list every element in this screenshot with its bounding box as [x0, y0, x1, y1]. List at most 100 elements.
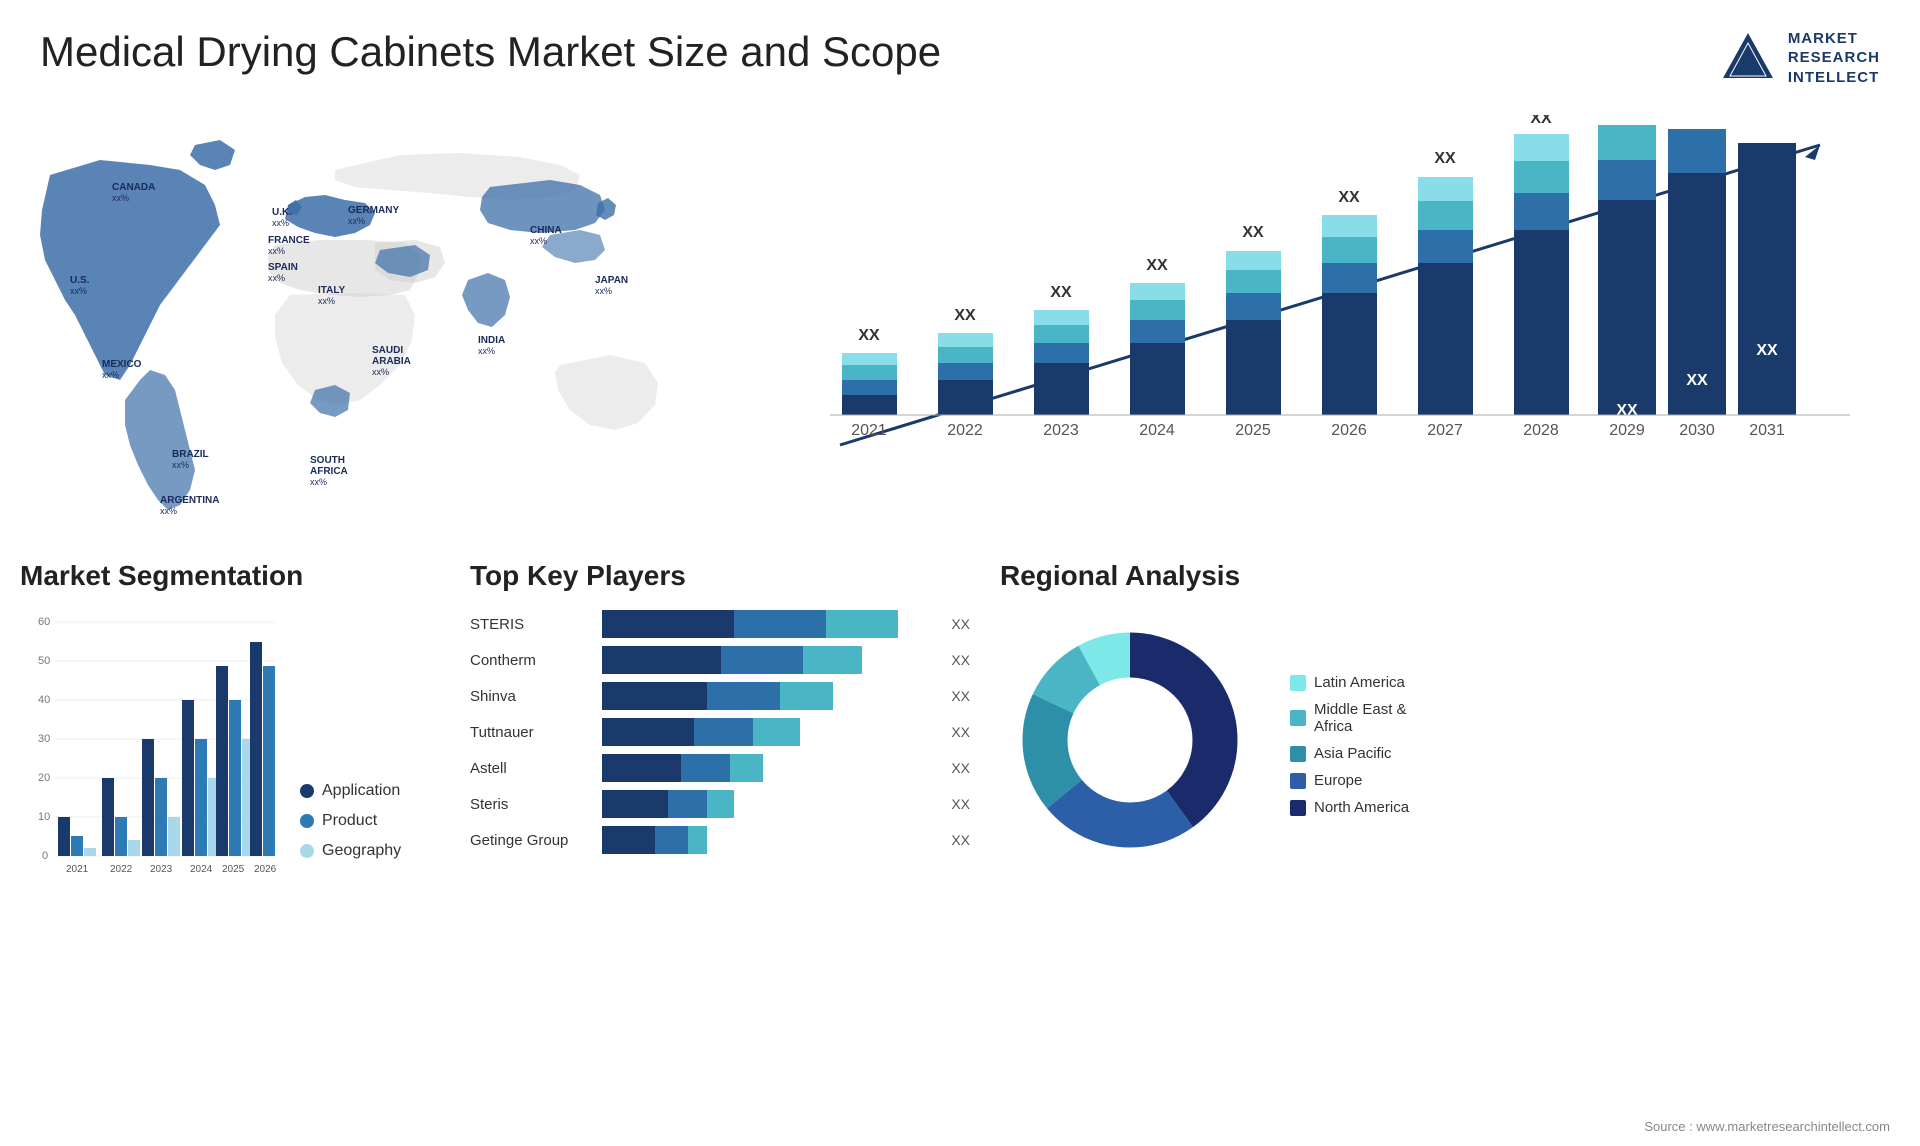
- market-segmentation: Market Segmentation 60 50 40 30 20 10 0: [20, 560, 440, 1126]
- bar-chart-svg: XX XX XX XX XX XX XX: [720, 115, 1900, 505]
- player-bar: [602, 718, 931, 746]
- player-bar-seg3: [780, 682, 833, 710]
- svg-text:2025: 2025: [222, 864, 245, 875]
- regional-analysis-section: Regional Analysis: [1000, 560, 1900, 1126]
- logo-text: MARKET RESEARCH INTELLECT: [1788, 29, 1880, 88]
- svg-text:2027: 2027: [1427, 422, 1463, 439]
- svg-text:30: 30: [38, 733, 50, 745]
- player-row-astell: Astell XX: [470, 754, 970, 782]
- svg-text:2026: 2026: [1331, 422, 1367, 439]
- svg-text:GERMANY: GERMANY: [348, 205, 399, 216]
- svg-text:xx%: xx%: [268, 273, 285, 283]
- svg-text:10: 10: [38, 811, 50, 823]
- source-text: Source : www.marketresearchintellect.com: [1644, 1119, 1890, 1134]
- svg-text:20: 20: [38, 772, 50, 784]
- svg-text:XX: XX: [1338, 189, 1360, 206]
- svg-text:U.K.: U.K.: [272, 207, 292, 218]
- svg-text:XX: XX: [1050, 284, 1072, 301]
- player-bar: [602, 610, 931, 638]
- world-map-svg: CANADA xx% U.S. xx% MEXICO xx% BRAZIL xx…: [20, 115, 700, 535]
- player-bar: [602, 790, 931, 818]
- svg-text:XX: XX: [858, 327, 880, 344]
- player-row-getinge: Getinge Group XX: [470, 826, 970, 854]
- svg-text:2022: 2022: [110, 864, 133, 875]
- player-row-contherm: Contherm XX: [470, 646, 970, 674]
- svg-text:SPAIN: SPAIN: [268, 262, 298, 273]
- svg-text:U.S.: U.S.: [70, 275, 90, 286]
- player-bar-seg3: [730, 754, 763, 782]
- legend-color-apac: [1290, 746, 1306, 762]
- svg-text:xx%: xx%: [478, 346, 495, 356]
- svg-text:2026: 2026: [254, 864, 277, 875]
- svg-text:SOUTH: SOUTH: [310, 455, 345, 466]
- svg-text:XX: XX: [1756, 342, 1778, 359]
- player-bar-seg1: [602, 610, 734, 638]
- header: Medical Drying Cabinets Market Size and …: [40, 28, 1880, 88]
- svg-text:XX: XX: [1686, 372, 1708, 389]
- svg-text:0: 0: [42, 850, 48, 862]
- legend-color-europe: [1290, 773, 1306, 789]
- svg-text:2024: 2024: [1139, 422, 1175, 439]
- player-bar-seg3: [753, 718, 799, 746]
- svg-text:xx%: xx%: [160, 506, 177, 516]
- player-name: Steris: [470, 796, 590, 813]
- svg-text:ARGENTINA: ARGENTINA: [160, 495, 219, 506]
- player-bar: [602, 682, 931, 710]
- svg-text:xx%: xx%: [372, 367, 389, 377]
- legend-north-america: North America: [1290, 799, 1409, 816]
- svg-text:INDIA: INDIA: [478, 335, 505, 346]
- legend-middle-east: Middle East &Africa: [1290, 701, 1409, 735]
- player-row-tuttnauer: Tuttnauer XX: [470, 718, 970, 746]
- logo: MARKET RESEARCH INTELLECT: [1718, 28, 1880, 88]
- player-bar-seg2: [707, 682, 779, 710]
- player-name: Contherm: [470, 652, 590, 669]
- svg-text:ARABIA: ARABIA: [372, 356, 411, 367]
- world-map-section: CANADA xx% U.S. xx% MEXICO xx% BRAZIL xx…: [20, 115, 700, 535]
- bar-chart-section: XX XX XX XX XX XX XX: [720, 115, 1900, 535]
- svg-text:XX: XX: [1530, 115, 1552, 127]
- svg-text:40: 40: [38, 694, 50, 706]
- player-bar-seg2: [668, 790, 708, 818]
- svg-text:2021: 2021: [66, 864, 89, 875]
- page-title: Medical Drying Cabinets Market Size and …: [40, 28, 941, 76]
- player-name: Tuttnauer: [470, 724, 590, 741]
- svg-text:CHINA: CHINA: [530, 225, 562, 236]
- player-bar-seg2: [721, 646, 803, 674]
- regional-title: Regional Analysis: [1000, 560, 1900, 592]
- legend-color-na: [1290, 800, 1306, 816]
- svg-text:2031: 2031: [1749, 422, 1785, 439]
- svg-text:xx%: xx%: [172, 460, 189, 470]
- svg-text:2023: 2023: [150, 864, 173, 875]
- player-bar-seg2: [681, 754, 730, 782]
- player-bar-seg1: [602, 718, 694, 746]
- player-bar-seg1: [602, 646, 721, 674]
- player-bar-seg3: [803, 646, 862, 674]
- world-map: CANADA xx% U.S. xx% MEXICO xx% BRAZIL xx…: [20, 115, 700, 535]
- svg-text:2025: 2025: [1235, 422, 1271, 439]
- player-bar-seg1: [602, 754, 681, 782]
- svg-text:2023: 2023: [1043, 422, 1079, 439]
- svg-text:xx%: xx%: [310, 477, 327, 487]
- svg-text:50: 50: [38, 655, 50, 667]
- svg-text:ITALY: ITALY: [318, 285, 346, 296]
- svg-text:MEXICO: MEXICO: [102, 359, 142, 370]
- svg-text:XX: XX: [1434, 150, 1456, 167]
- player-bar-seg2: [734, 610, 826, 638]
- svg-text:xx%: xx%: [595, 286, 612, 296]
- player-bar-seg3: [707, 790, 733, 818]
- svg-text:2022: 2022: [947, 422, 983, 439]
- legend-europe: Europe: [1290, 772, 1409, 789]
- player-bar-seg1: [602, 790, 668, 818]
- svg-text:xx%: xx%: [268, 246, 285, 256]
- legend-asia-pacific: Asia Pacific: [1290, 745, 1409, 762]
- player-name: STERIS: [470, 616, 590, 633]
- player-bar: [602, 754, 931, 782]
- legend-color-latin: [1290, 675, 1306, 691]
- player-bar: [602, 646, 931, 674]
- svg-text:XX: XX: [1616, 402, 1638, 419]
- key-players-section: Top Key Players STERIS XX Contherm XX: [470, 560, 970, 1126]
- donut-chart: [1000, 610, 1260, 870]
- legend-latin-america: Latin America: [1290, 674, 1409, 691]
- player-name: Shinva: [470, 688, 590, 705]
- svg-text:xx%: xx%: [318, 296, 335, 306]
